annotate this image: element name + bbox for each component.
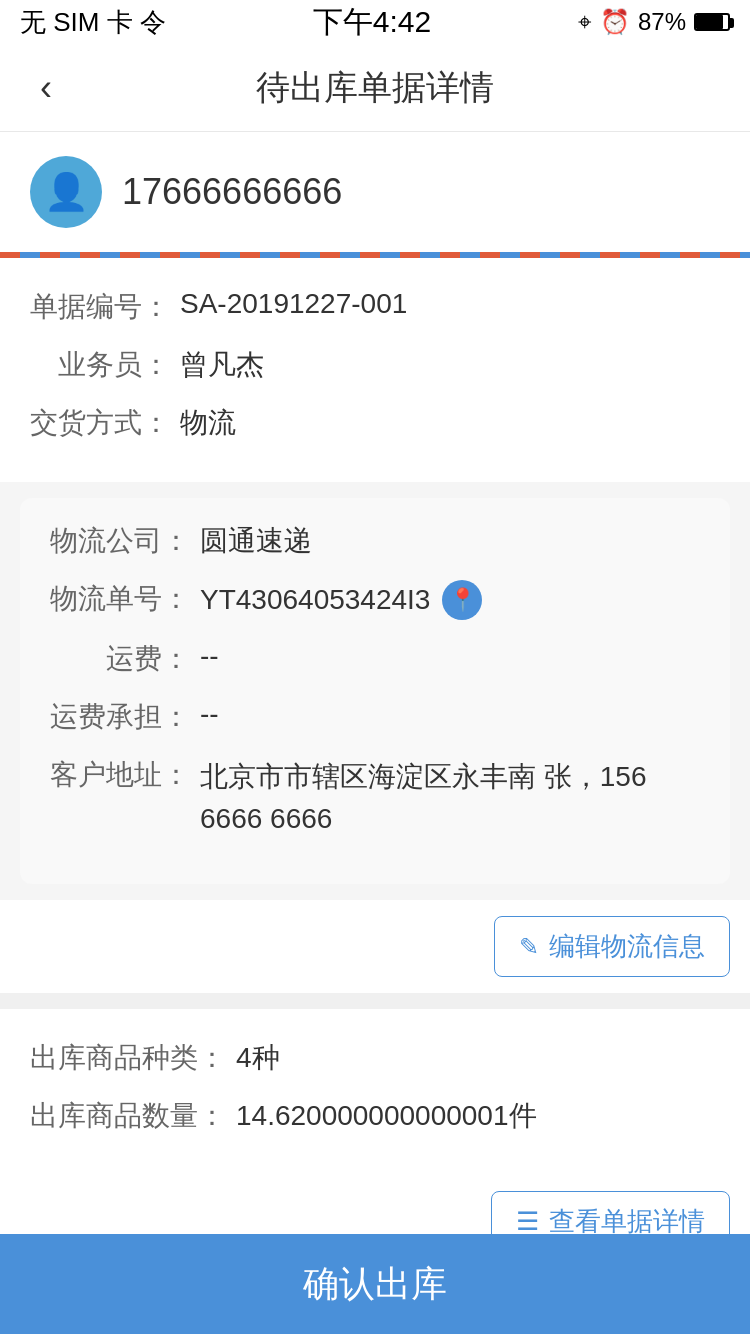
goods-quantity-value: 14.620000000000001件	[236, 1097, 537, 1135]
order-number-value: SA-20191227-001	[180, 288, 720, 320]
delivery-method-row: 交货方式： 物流	[30, 404, 720, 442]
tracking-number-row: 物流单号： YT43064053424I3 📍	[40, 580, 710, 620]
order-info-section: 单据编号： SA-20191227-001 业务员： 曾凡杰 交货方式： 物流	[0, 258, 750, 482]
edit-logistics-label: 编辑物流信息	[549, 929, 705, 964]
logistics-company-row: 物流公司： 圆通速递	[40, 522, 710, 560]
freight-bearer-row: 运费承担： --	[40, 698, 710, 736]
freight-label: 运费：	[40, 640, 190, 678]
edit-logistics-section: ✎ 编辑物流信息	[0, 900, 750, 993]
freight-value: --	[200, 640, 710, 672]
address-row: 客户地址： 北京市市辖区海淀区永丰南 张，156 6666 6666	[40, 756, 710, 840]
delivery-method-value: 物流	[180, 404, 720, 442]
status-right: ⌖ ⏰ 87%	[578, 8, 730, 36]
freight-row: 运费： --	[40, 640, 710, 678]
freight-bearer-value: --	[200, 698, 710, 730]
address-label: 客户地址：	[40, 756, 190, 794]
goods-type-label: 出库商品种类：	[30, 1039, 226, 1077]
delivery-method-label: 交货方式：	[30, 404, 170, 442]
nav-bar: ‹ 待出库单据详情	[0, 44, 750, 132]
confirm-button-label: 确认出库	[303, 1260, 447, 1309]
order-number-label: 单据编号：	[30, 288, 170, 326]
goods-quantity-row: 出库商品数量： 14.620000000000001件	[30, 1097, 720, 1135]
status-time: 下午4:42	[313, 2, 431, 43]
goods-type-row: 出库商品种类： 4种	[30, 1039, 720, 1077]
status-left: 无 SIM 卡 令	[20, 5, 166, 40]
goods-quantity-label: 出库商品数量：	[30, 1097, 226, 1135]
address-value: 北京市市辖区海淀区永丰南 张，156 6666 6666	[200, 756, 710, 840]
battery-icon	[694, 13, 730, 31]
location-status-icon: ⌖	[578, 8, 592, 36]
edit-icon: ✎	[519, 933, 539, 961]
sim-status: 无 SIM 卡 令	[20, 5, 166, 40]
customer-phone: 17666666666	[122, 171, 342, 213]
avatar: 👤	[30, 156, 102, 228]
status-bar: 无 SIM 卡 令 下午4:42 ⌖ ⏰ 87%	[0, 0, 750, 44]
avatar-icon: 👤	[44, 171, 89, 213]
goods-section: 出库商品种类： 4种 出库商品数量： 14.620000000000001件	[0, 1009, 750, 1175]
location-pin-icon[interactable]: 📍	[442, 580, 482, 620]
order-number-row: 单据编号： SA-20191227-001	[30, 288, 720, 326]
alarm-icon: ⏰	[600, 8, 630, 36]
content-area: 👤 17666666666 单据编号： SA-20191227-001 业务员：…	[0, 132, 750, 1334]
page-title: 待出库单据详情	[256, 65, 494, 111]
freight-bearer-label: 运费承担：	[40, 698, 190, 736]
goods-type-value: 4种	[236, 1039, 280, 1077]
sales-person-row: 业务员： 曾凡杰	[30, 346, 720, 384]
edit-logistics-button[interactable]: ✎ 编辑物流信息	[494, 916, 730, 977]
customer-section: 👤 17666666666	[0, 132, 750, 252]
confirm-button[interactable]: 确认出库	[0, 1234, 750, 1334]
battery-level: 87%	[638, 8, 686, 36]
logistics-company-label: 物流公司：	[40, 522, 190, 560]
logistics-card: 物流公司： 圆通速递 物流单号： YT43064053424I3 📍 运费： -…	[20, 498, 730, 884]
tracking-number-label: 物流单号：	[40, 580, 190, 618]
gray-separator	[0, 993, 750, 1009]
logistics-company-value: 圆通速递	[200, 522, 710, 560]
sales-person-value: 曾凡杰	[180, 346, 720, 384]
sales-person-label: 业务员：	[30, 346, 170, 384]
back-button[interactable]: ‹	[30, 57, 62, 119]
tracking-number-value: YT43064053424I3 📍	[200, 580, 710, 620]
view-details-icon: ☰	[516, 1206, 539, 1237]
